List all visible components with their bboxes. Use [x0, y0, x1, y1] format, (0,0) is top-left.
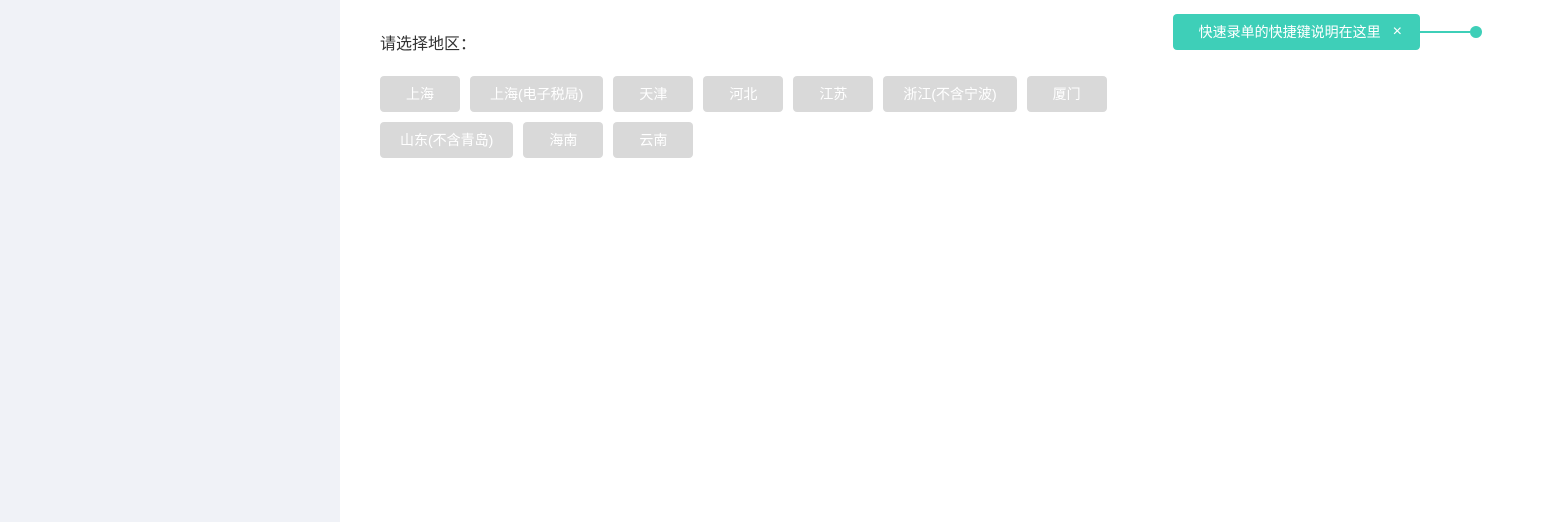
region-buttons-container: 上海上海(电子税局) 天津河北江苏浙江(不含宁波) 厦门 山东(不含青岛) 海南云南 [380, 76, 1522, 158]
region-button[interactable]: 山东(不含青岛) [380, 122, 513, 158]
page-layout: 快速录单的快捷键说明在这里 × 请选择地区： 上海上海(电子税局)天津河北江苏浙… [0, 0, 1562, 522]
region-button[interactable]: 天津 [613, 76, 693, 112]
region-button[interactable]: 河北 [703, 76, 783, 112]
region-buttons-row1: 上海上海(电子税局) 天津河北江苏浙江(不含宁波) 厦门 [380, 76, 1522, 112]
region-button[interactable]: 海南 [523, 122, 603, 158]
region-button[interactable]: 江苏 [793, 76, 873, 112]
region-button[interactable]: 上海 [380, 76, 460, 112]
region-button[interactable]: 云南 [613, 122, 693, 158]
region-button[interactable]: 上海(电子税局) [470, 76, 603, 112]
tooltip-close-button[interactable]: × [1391, 24, 1404, 40]
region-button[interactable]: 厦门 [1027, 76, 1107, 112]
tooltip-dot [1470, 26, 1482, 38]
region-buttons-row2: 山东(不含青岛) 海南云南 [380, 122, 1522, 158]
tooltip-label: 快速录单的快捷键说明在这里 [1199, 22, 1381, 42]
sidebar [0, 0, 340, 522]
region-button[interactable]: 浙江(不含宁波) [883, 76, 1016, 112]
tooltip-content: 快速录单的快捷键说明在这里 × [1173, 14, 1420, 50]
main-content: 快速录单的快捷键说明在这里 × 请选择地区： 上海上海(电子税局)天津河北江苏浙… [340, 0, 1562, 522]
tooltip-bar: 快速录单的快捷键说明在这里 × [1173, 14, 1482, 50]
tooltip-connector [1420, 31, 1470, 33]
